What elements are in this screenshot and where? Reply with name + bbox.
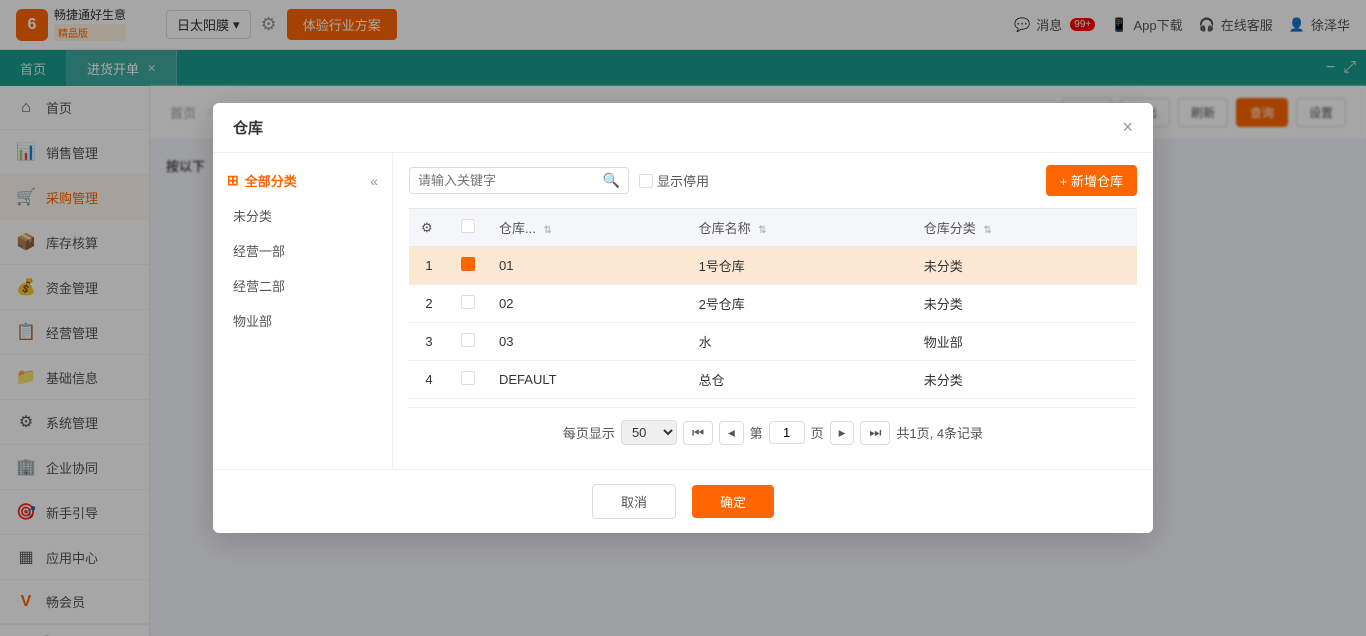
td-actions: 3	[409, 323, 449, 361]
td-name: 2号仓库	[687, 285, 912, 323]
td-category: 物业部	[912, 323, 1137, 361]
th-name-sort-icon: ⇅	[758, 225, 766, 236]
category-property-label: 物业部	[233, 314, 272, 329]
grid-icon: ⊞	[227, 172, 239, 189]
table-header-row: ⚙ 仓库... ⇅ 仓库名称 ⇅	[409, 209, 1137, 247]
row-checkbox[interactable]	[461, 295, 475, 309]
per-page-label: 每页显示	[563, 423, 615, 442]
modal-body: ⊞ 全部分类 « 未分类 经营一部 经营二部 物业部	[213, 153, 1153, 469]
category-dept1-label: 经营一部	[233, 244, 285, 259]
td-category: 未分类	[912, 247, 1137, 285]
td-actions: 1	[409, 247, 449, 285]
warehouse-modal: 仓库 × ⊞ 全部分类 « 未分类 经营一部	[213, 103, 1153, 533]
td-name: 总仓	[687, 361, 912, 399]
total-text: 共1页, 4条记录	[896, 423, 983, 442]
td-name: 水	[687, 323, 912, 361]
th-code-sort-icon: ⇅	[543, 225, 551, 236]
category-all-button[interactable]: ⊞ 全部分类	[227, 171, 297, 190]
modal-close-button[interactable]: ×	[1122, 117, 1133, 138]
th-checkbox	[449, 209, 487, 247]
row-index: 2	[425, 296, 432, 311]
confirm-button[interactable]: 确定	[692, 485, 774, 518]
category-all-label: 全部分类	[245, 171, 297, 190]
add-warehouse-button[interactable]: + 新增仓库	[1046, 165, 1137, 196]
category-unclassified-label: 未分类	[233, 209, 272, 224]
td-checkbox	[449, 323, 487, 361]
th-gear[interactable]: ⚙	[409, 209, 449, 247]
th-name-label: 仓库名称	[699, 221, 751, 236]
th-name[interactable]: 仓库名称 ⇅	[687, 209, 912, 247]
category-dept2-label: 经营二部	[233, 279, 285, 294]
table-row[interactable]: 3 03 水 物业部	[409, 323, 1137, 361]
td-code: 03	[487, 323, 687, 361]
search-box: 🔍	[409, 167, 629, 194]
th-category-label: 仓库分类	[924, 221, 976, 236]
pagination: 每页显示 50 20 100 ⏮ ◂ 第 页 ▸ ⏭ 共1页, 4条记录	[409, 407, 1137, 457]
table-row[interactable]: 1 01 1号仓库 未分类	[409, 247, 1137, 285]
row-index: 4	[425, 372, 432, 387]
page-last-button[interactable]: ⏭	[860, 421, 890, 445]
category-unclassified[interactable]: 未分类	[213, 198, 392, 233]
modal-footer: 取消 确定	[213, 469, 1153, 533]
td-checkbox	[449, 247, 487, 285]
row-checkbox[interactable]	[461, 371, 475, 385]
td-code: DEFAULT	[487, 361, 687, 399]
td-code: 02	[487, 285, 687, 323]
th-code[interactable]: 仓库... ⇅	[487, 209, 687, 247]
row-checkbox[interactable]	[461, 257, 475, 271]
td-checkbox	[449, 285, 487, 323]
search-icon[interactable]: 🔍	[603, 172, 620, 189]
td-name: 1号仓库	[687, 247, 912, 285]
td-actions: 2	[409, 285, 449, 323]
category-panel: ⊞ 全部分类 « 未分类 经营一部 经营二部 物业部	[213, 153, 393, 469]
modal-toolbar: 🔍 显示停用 + 新增仓库	[409, 165, 1137, 196]
page-label: 第	[750, 423, 763, 442]
table-row[interactable]: 2 02 2号仓库 未分类	[409, 285, 1137, 323]
td-category: 未分类	[912, 361, 1137, 399]
row-index: 3	[425, 334, 432, 349]
show-disabled-label: 显示停用	[657, 171, 709, 190]
page-next-button[interactable]: ▸	[830, 421, 855, 445]
th-category[interactable]: 仓库分类 ⇅	[912, 209, 1137, 247]
page-input[interactable]	[769, 421, 805, 444]
modal-header: 仓库 ×	[213, 103, 1153, 153]
page-first-button[interactable]: ⏮	[683, 421, 713, 445]
category-dept2[interactable]: 经营二部	[213, 268, 392, 303]
category-collapse-button[interactable]: «	[370, 173, 378, 189]
modal-title: 仓库	[233, 117, 263, 138]
category-dept1[interactable]: 经营一部	[213, 233, 392, 268]
th-code-label: 仓库...	[499, 221, 536, 236]
cancel-button[interactable]: 取消	[592, 484, 676, 519]
th-select-all-checkbox[interactable]	[461, 219, 475, 233]
modal-overlay: 仓库 × ⊞ 全部分类 « 未分类 经营一部	[0, 0, 1366, 636]
gear-th-icon: ⚙	[421, 220, 433, 235]
td-code: 01	[487, 247, 687, 285]
show-disabled-checkbox-group: 显示停用	[639, 171, 709, 190]
table-scroll-area: ⚙ 仓库... ⇅ 仓库名称 ⇅	[409, 208, 1137, 399]
th-category-sort-icon: ⇅	[983, 225, 991, 236]
table-row[interactable]: 4 DEFAULT 总仓 未分类	[409, 361, 1137, 399]
per-page-select[interactable]: 50 20 100	[621, 420, 677, 445]
category-property[interactable]: 物业部	[213, 303, 392, 338]
row-checkbox[interactable]	[461, 333, 475, 347]
warehouse-table: ⚙ 仓库... ⇅ 仓库名称 ⇅	[409, 208, 1137, 399]
show-disabled-checkbox[interactable]	[639, 174, 653, 188]
search-input[interactable]	[418, 173, 603, 188]
td-category: 未分类	[912, 285, 1137, 323]
page-prev-button[interactable]: ◂	[719, 421, 744, 445]
row-index: 1	[425, 258, 432, 273]
td-checkbox	[449, 361, 487, 399]
table-panel: 🔍 显示停用 + 新增仓库 ⚙	[393, 153, 1153, 469]
page-unit: 页	[811, 423, 824, 442]
category-header: ⊞ 全部分类 «	[213, 163, 392, 198]
td-actions: 4	[409, 361, 449, 399]
